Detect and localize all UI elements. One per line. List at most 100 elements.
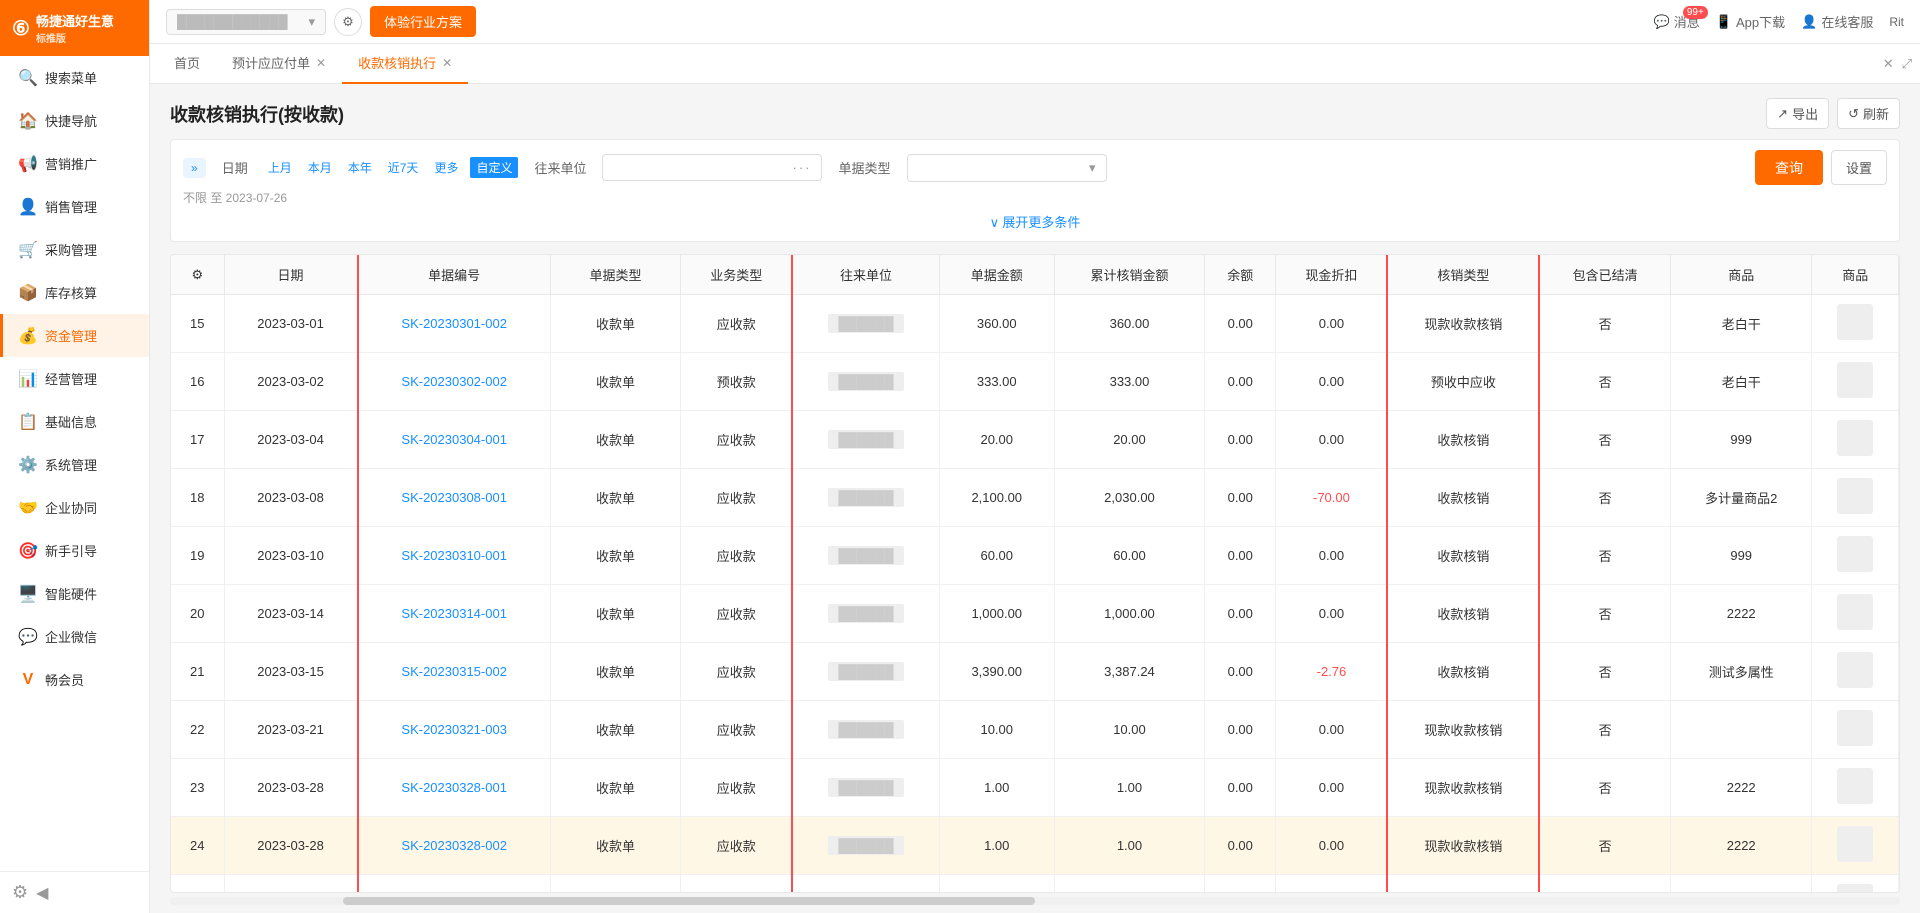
sidebar-item-quick-nav[interactable]: 🏠 快捷导航 <box>0 99 149 142</box>
sidebar-item-purchase[interactable]: 🛒 采购管理 <box>0 228 149 271</box>
cell-amount: 10.00 <box>939 701 1054 759</box>
cell-accum-verify: 1.00 <box>1054 759 1204 817</box>
collapse-icon[interactable]: ◀ <box>36 883 48 903</box>
horizontal-scrollbar[interactable] <box>170 897 1900 905</box>
doc-type-select[interactable]: ▾ <box>907 154 1107 182</box>
app-logo: ⑥ 畅捷通好生意 标推版 <box>0 0 149 56</box>
maximize-icon[interactable]: ⤢ <box>1902 56 1912 72</box>
tab-prepay[interactable]: 预计应应付单 ✕ <box>216 44 342 84</box>
date-more[interactable]: 更多 <box>430 157 462 178</box>
col-header-doc-type: 单据类型 <box>550 255 681 295</box>
tab-prepay-label: 预计应应付单 <box>232 53 310 72</box>
cell-order-no: SK-20230315-002 <box>358 643 551 701</box>
expand-conditions-button[interactable]: ∨ 展开更多条件 <box>183 212 1887 231</box>
export-button[interactable]: ↗ 导出 <box>1766 98 1829 129</box>
cell-doc-type: 收款单 <box>550 643 681 701</box>
order-link[interactable]: SK-20230304-001 <box>401 432 507 447</box>
cell-seq: 21 <box>171 643 224 701</box>
filter-expand-button[interactable]: » <box>183 158 206 178</box>
tab-prepay-close[interactable]: ✕ <box>316 56 326 70</box>
date-custom[interactable]: 自定义 <box>470 157 518 178</box>
gear-button[interactable]: ⚙ <box>334 8 362 36</box>
scrollbar-thumb[interactable] <box>343 897 1035 905</box>
cell-accum-verify: 360.00 <box>1054 295 1204 353</box>
date-last-month[interactable]: 上月 <box>264 157 296 178</box>
sidebar-item-guide[interactable]: 🎯 新手引导 <box>0 529 149 572</box>
online-service-button[interactable]: 👤 在线客服 <box>1801 12 1873 31</box>
cell-goods: 2222 <box>1670 817 1811 875</box>
cell-biz-type: 应收款 <box>681 527 793 585</box>
order-link[interactable]: SK-20230310-001 <box>401 548 507 563</box>
order-link[interactable]: SK-20230321-003 <box>401 722 507 737</box>
partner-dots[interactable]: ··· <box>792 160 811 175</box>
cell-goods: 999 <box>1670 527 1811 585</box>
sidebar-item-basic[interactable]: 📋 基础信息 <box>0 400 149 443</box>
cell-doc-type: 收款单 <box>550 701 681 759</box>
col-header-biz-type: 业务类型 <box>681 255 793 295</box>
filter-settings-button[interactable]: 设置 <box>1831 150 1887 185</box>
sidebar-item-hardware[interactable]: 🖥️ 智能硬件 <box>0 572 149 615</box>
cell-doc-type: 收款单 <box>550 469 681 527</box>
cell-balance: 0.00 <box>1205 469 1276 527</box>
col-header-gear[interactable]: ⚙ <box>171 255 224 295</box>
sidebar-item-wechat[interactable]: 💬 企业微信 <box>0 615 149 658</box>
industry-solution-button[interactable]: 体验行业方案 <box>370 6 476 37</box>
filter-row: » 日期 上月 本月 本年 近7天 更多 自定义 往来单位 ··· 单据类型 ▾… <box>183 150 1887 185</box>
cell-cash-discount: 0.00 <box>1276 875 1388 894</box>
sidebar-label-hardware: 智能硬件 <box>45 584 97 603</box>
cell-seq: 18 <box>171 469 224 527</box>
close-all-icon[interactable]: ✕ <box>1883 56 1894 72</box>
tab-verify-close[interactable]: ✕ <box>442 56 452 70</box>
cell-amount: 360.00 <box>939 295 1054 353</box>
cell-date: 2023-03-31 <box>224 875 358 894</box>
topbar-left: ████████████ ▾ ⚙ 体验行业方案 <box>166 6 1642 37</box>
order-link[interactable]: SK-20230302-002 <box>401 374 507 389</box>
settings-gear-icon[interactable]: ⚙ <box>12 882 28 903</box>
export-label: 导出 <box>1792 104 1818 123</box>
workspace-select[interactable]: ████████████ ▾ <box>166 9 326 35</box>
cell-date: 2023-03-01 <box>224 295 358 353</box>
sidebar-item-finance[interactable]: 💰 资金管理 <box>0 314 149 357</box>
tab-verify[interactable]: 收款核销执行 ✕ <box>342 44 468 84</box>
cell-accum-verify: 2,030.00 <box>1054 469 1204 527</box>
sidebar-item-operations[interactable]: 📊 经营管理 <box>0 357 149 400</box>
refresh-button[interactable]: ↺ 刷新 <box>1837 98 1900 129</box>
order-link[interactable]: SK-20230328-002 <box>401 838 507 853</box>
cell-date: 2023-03-02 <box>224 353 358 411</box>
order-link[interactable]: SK-20230314-001 <box>401 606 507 621</box>
sidebar-item-marketing[interactable]: 📢 营销推广 <box>0 142 149 185</box>
cell-accum-verify: 3,387.24 <box>1054 643 1204 701</box>
sidebar-item-search[interactable]: 🔍 搜索菜单 <box>0 56 149 99</box>
app-download-button[interactable]: 📱 App下载 <box>1716 12 1785 31</box>
col-header-date: 日期 <box>224 255 358 295</box>
sidebar-item-inventory[interactable]: 📦 库存核算 <box>0 271 149 314</box>
sidebar: ⑥ 畅捷通好生意 标推版 🔍 搜索菜单 🏠 快捷导航 📢 营销推广 👤 销售管理… <box>0 0 150 913</box>
order-link[interactable]: SK-20230328-001 <box>401 780 507 795</box>
partner-input[interactable]: ··· <box>602 154 822 181</box>
col-header-accum-verify: 累计核销金额 <box>1054 255 1204 295</box>
sidebar-item-company[interactable]: 🤝 企业协同 <box>0 486 149 529</box>
order-link[interactable]: SK-20230301-002 <box>401 316 507 331</box>
cell-goods-img <box>1812 585 1899 643</box>
data-table: ⚙ 日期 单据编号 单据类型 业务类型 往来单位 单据金额 累计核销金额 余额 … <box>171 255 1899 893</box>
cell-goods-img <box>1812 643 1899 701</box>
topbar: ████████████ ▾ ⚙ 体验行业方案 💬 消息 99+ 📱 App下载… <box>150 0 1920 44</box>
tab-home[interactable]: 首页 <box>158 44 216 84</box>
sidebar-item-member[interactable]: V 畅会员 <box>0 658 149 701</box>
cell-goods-img <box>1812 353 1899 411</box>
cell-amount: 2,100.00 <box>939 469 1054 527</box>
notification-button[interactable]: 💬 消息 99+ <box>1654 12 1700 31</box>
cell-goods-img <box>1812 759 1899 817</box>
sidebar-item-sales[interactable]: 👤 销售管理 <box>0 185 149 228</box>
query-button[interactable]: 查询 <box>1755 150 1823 185</box>
date-this-year[interactable]: 本年 <box>344 157 376 178</box>
col-header-verify-type: 核销类型 <box>1387 255 1539 295</box>
col-header-include-settled: 包含已结清 <box>1539 255 1670 295</box>
date-7days[interactable]: 近7天 <box>384 157 423 178</box>
date-this-month[interactable]: 本月 <box>304 157 336 178</box>
user-name: Rit <box>1889 15 1904 29</box>
order-link[interactable]: SK-20230308-001 <box>401 490 507 505</box>
export-icon: ↗ <box>1777 106 1788 122</box>
order-link[interactable]: SK-20230315-002 <box>401 664 507 679</box>
sidebar-item-system[interactable]: ⚙️ 系统管理 <box>0 443 149 486</box>
